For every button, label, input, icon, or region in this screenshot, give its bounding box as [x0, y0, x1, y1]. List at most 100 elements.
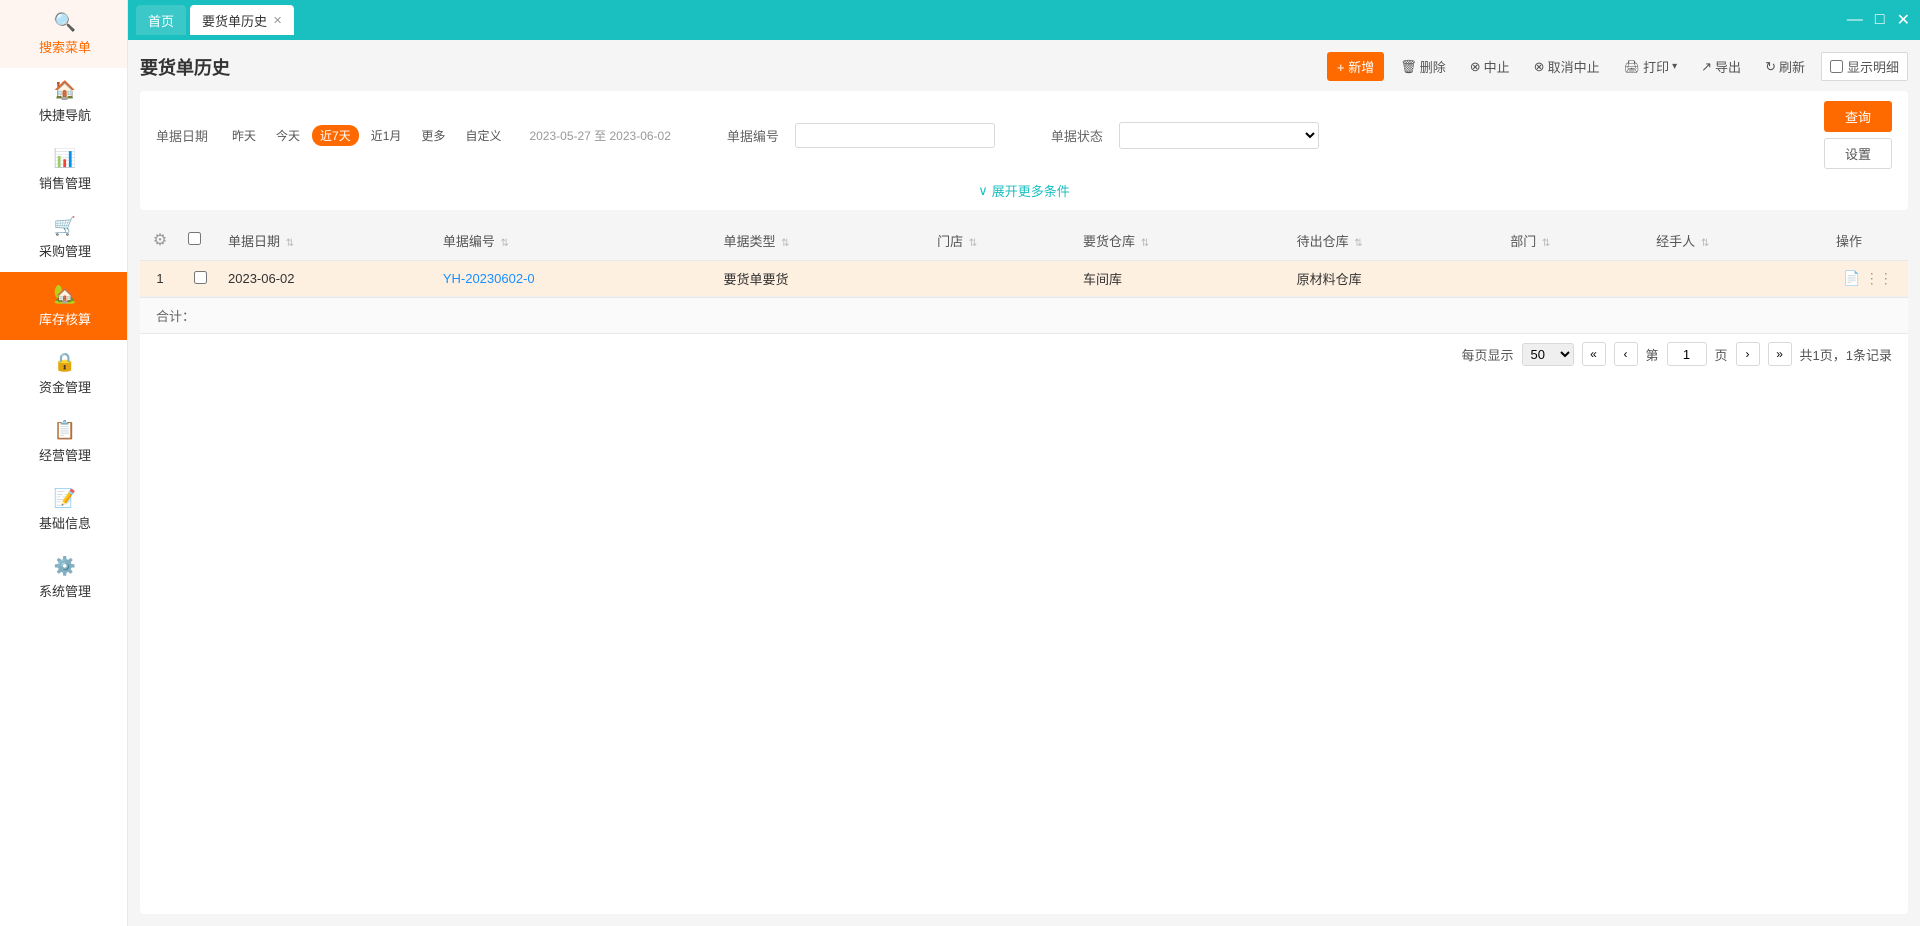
delete-icon: 🗑 [1400, 59, 1417, 75]
operations-icon: 📋 [54, 420, 76, 441]
search-menu-icon: 🔍 [54, 12, 76, 33]
tab-home[interactable]: 首页 [136, 5, 186, 35]
shortcut-7days[interactable]: 近7天 [312, 125, 359, 146]
select-all-checkbox[interactable] [188, 232, 201, 245]
sidebar-item-label: 经营管理 [39, 445, 91, 464]
th-settings[interactable]: ⚙ [140, 220, 180, 261]
row-shop [929, 261, 1075, 297]
expand-filter-button[interactable]: ∨ 展开更多条件 [978, 175, 1070, 200]
print-button[interactable]: 🖨 打印 ▾ [1616, 53, 1686, 80]
stop-button[interactable]: ⊗ 中止 [1462, 53, 1518, 80]
order-no-input[interactable] [795, 123, 995, 148]
row-num: 1 [140, 261, 180, 297]
print-dropdown-icon: ▾ [1672, 61, 1677, 72]
th-req-warehouse[interactable]: 要货仓库 ⇅ [1075, 220, 1289, 261]
refresh-button[interactable]: ↻ 刷新 [1757, 53, 1813, 80]
table-footer: 合计： [140, 297, 1908, 333]
topbar: 首页 要货单历史 ✕ — □ ✕ [128, 0, 1920, 40]
sort-handler-icon: ⇅ [1701, 238, 1709, 249]
show-detail-toggle[interactable]: 显示明细 [1821, 52, 1908, 81]
purchase-icon: 🛒 [54, 216, 76, 237]
th-date[interactable]: 单据日期 ⇅ [220, 220, 435, 261]
total-info: 共1页，1条记录 [1800, 345, 1892, 364]
sidebar-item-label: 搜索菜单 [39, 37, 91, 56]
first-page-button[interactable]: « [1582, 342, 1606, 366]
table-container: ⚙ 单据日期 ⇅ 单据编号 ⇅ [140, 220, 1908, 914]
row-req-warehouse: 车间库 [1075, 261, 1289, 297]
row-order-no: YH-20230602-0 [435, 261, 716, 297]
tab-close-icon[interactable]: ✕ [273, 14, 282, 27]
tab-home-label: 首页 [148, 11, 174, 30]
th-order-no[interactable]: 单据编号 ⇅ [435, 220, 716, 261]
tab-requisition-history[interactable]: 要货单历史 ✕ [190, 5, 294, 35]
row-checkbox[interactable] [194, 271, 207, 284]
last-page-button[interactable]: » [1768, 342, 1792, 366]
status-label: 单据状态 [1051, 126, 1103, 145]
show-detail-checkbox[interactable] [1830, 60, 1843, 73]
delete-button[interactable]: 🗑 删除 [1392, 53, 1454, 80]
sidebar-item-basic-info[interactable]: 📝 基础信息 [0, 476, 127, 544]
sidebar-item-operations[interactable]: 📋 经营管理 [0, 408, 127, 476]
sidebar-item-purchase[interactable]: 🛒 采购管理 [0, 204, 127, 272]
shortcut-yesterday[interactable]: 昨天 [224, 125, 264, 146]
sort-shop-icon: ⇅ [969, 238, 977, 249]
sidebar-item-finance[interactable]: 🔒 资金管理 [0, 340, 127, 408]
row-more-icon[interactable]: ⋮⋮ [1865, 270, 1893, 287]
sidebar-item-quick-nav[interactable]: 🏠 快捷导航 [0, 68, 127, 136]
th-order-type[interactable]: 单据类型 ⇅ [716, 220, 930, 261]
query-button[interactable]: 查询 [1824, 101, 1892, 132]
sidebar-item-label: 采购管理 [39, 241, 91, 260]
tab-requisition-history-label: 要货单历史 [202, 11, 267, 30]
shortcut-custom[interactable]: 自定义 [457, 125, 509, 146]
page-input[interactable] [1667, 342, 1707, 366]
sidebar-item-search-menu[interactable]: 🔍 搜索菜单 [0, 0, 127, 68]
pagination-area: 每页显示 50 20 100 200 « ‹ 第 页 › » 共1页，1条记录 [140, 333, 1908, 374]
row-edit-icon[interactable]: 📄 [1843, 270, 1860, 287]
prev-page-button[interactable]: ‹ [1614, 342, 1638, 366]
shortcut-today[interactable]: 今天 [268, 125, 308, 146]
sort-reqwh-icon: ⇅ [1141, 238, 1149, 249]
sort-orderno-icon: ⇅ [500, 238, 508, 249]
sidebar-item-label: 资金管理 [39, 377, 91, 396]
row-date: 2023-06-02 [220, 261, 435, 297]
filter-row-1: 单据日期 昨天 今天 近7天 近1月 更多 自定义 2023-05-27 至 2… [156, 101, 1892, 169]
th-wait-warehouse[interactable]: 待出仓库 ⇅ [1289, 220, 1503, 261]
export-button[interactable]: ↗ 导出 [1693, 53, 1749, 80]
next-page-button[interactable]: › [1736, 342, 1760, 366]
sidebar: 🔍 搜索菜单 🏠 快捷导航 📊 销售管理 🛒 采购管理 🏡 库存核算 🔒 资金管… [0, 0, 128, 926]
shortcut-more[interactable]: 更多 [413, 125, 453, 146]
new-button[interactable]: + 新增 [1327, 52, 1384, 81]
page-size-select[interactable]: 50 20 100 200 [1522, 343, 1574, 366]
sales-icon: 📊 [54, 148, 76, 169]
export-icon: ↗ [1701, 59, 1712, 75]
status-select[interactable] [1119, 122, 1319, 149]
shortcut-1month[interactable]: 近1月 [363, 125, 410, 146]
th-shop[interactable]: 门店 ⇅ [929, 220, 1075, 261]
filter-area: 单据日期 昨天 今天 近7天 近1月 更多 自定义 2023-05-27 至 2… [140, 91, 1908, 210]
cancel-stop-button[interactable]: ⊗ 取消中止 [1526, 53, 1608, 80]
th-handler[interactable]: 经手人 ⇅ [1648, 220, 1828, 261]
table-settings-icon[interactable]: ⚙ [153, 232, 167, 249]
maximize-button[interactable]: □ [1873, 9, 1887, 31]
date-range-display: 2023-05-27 至 2023-06-02 [529, 127, 670, 144]
row-department [1502, 261, 1648, 297]
th-checkbox [180, 220, 220, 261]
order-no-link[interactable]: YH-20230602-0 [443, 271, 535, 286]
sidebar-item-system[interactable]: ⚙️ 系统管理 [0, 544, 127, 612]
sidebar-item-label: 快捷导航 [39, 105, 91, 124]
settings-button[interactable]: 设置 [1824, 138, 1892, 169]
sidebar-item-inventory[interactable]: 🏡 库存核算 [0, 272, 127, 340]
minimize-button[interactable]: — [1845, 9, 1865, 31]
sidebar-item-label: 基础信息 [39, 513, 91, 532]
cancel-stop-icon: ⊗ [1534, 59, 1545, 75]
sort-waitwh-icon: ⇅ [1354, 238, 1362, 249]
page-suffix: 页 [1715, 345, 1728, 364]
close-button[interactable]: ✕ [1895, 8, 1912, 32]
sidebar-item-sales[interactable]: 📊 销售管理 [0, 136, 127, 204]
page-size-label: 每页显示 [1461, 345, 1513, 364]
system-icon: ⚙️ [54, 556, 76, 577]
table-row: 1 2023-06-02 YH-20230602-0 要货单要货 车间库 原材料… [140, 261, 1908, 297]
home-icon: 🏠 [54, 80, 76, 101]
date-shortcuts: 昨天 今天 近7天 近1月 更多 自定义 [224, 125, 509, 146]
th-department[interactable]: 部门 ⇅ [1502, 220, 1648, 261]
